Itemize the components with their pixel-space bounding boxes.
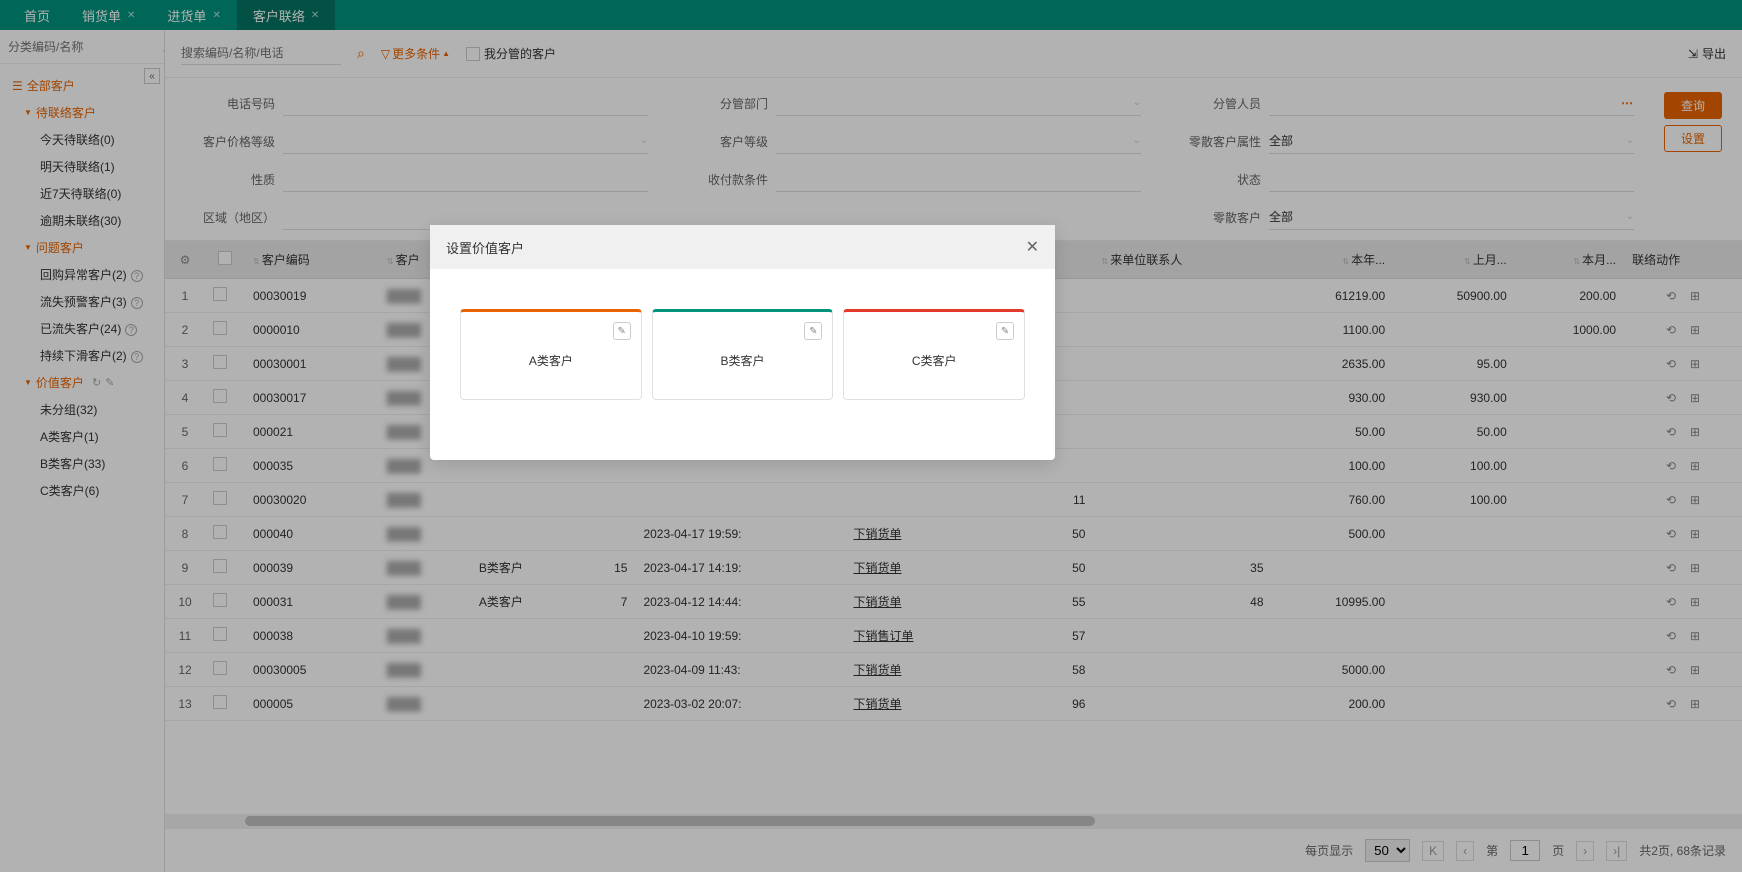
- close-icon[interactable]: ✕: [1026, 237, 1039, 257]
- modal-header: 设置价值客户 ✕: [430, 225, 1055, 269]
- card-label: B类客户: [663, 352, 823, 369]
- edit-icon[interactable]: ✎: [804, 322, 822, 340]
- edit-icon[interactable]: ✎: [996, 322, 1014, 340]
- edit-icon[interactable]: ✎: [613, 322, 631, 340]
- value-card-c[interactable]: ✎ C类客户: [843, 309, 1025, 400]
- modal-body: ✎ A类客户 ✎ B类客户 ✎ C类客户: [430, 269, 1055, 460]
- card-label: A类客户: [471, 352, 631, 369]
- value-card-a[interactable]: ✎ A类客户: [460, 309, 642, 400]
- card-label: C类客户: [854, 352, 1014, 369]
- value-card-b[interactable]: ✎ B类客户: [652, 309, 834, 400]
- value-customer-modal: 设置价值客户 ✕ ✎ A类客户 ✎ B类客户 ✎ C类客户: [430, 225, 1055, 460]
- modal-title: 设置价值客户: [446, 238, 524, 257]
